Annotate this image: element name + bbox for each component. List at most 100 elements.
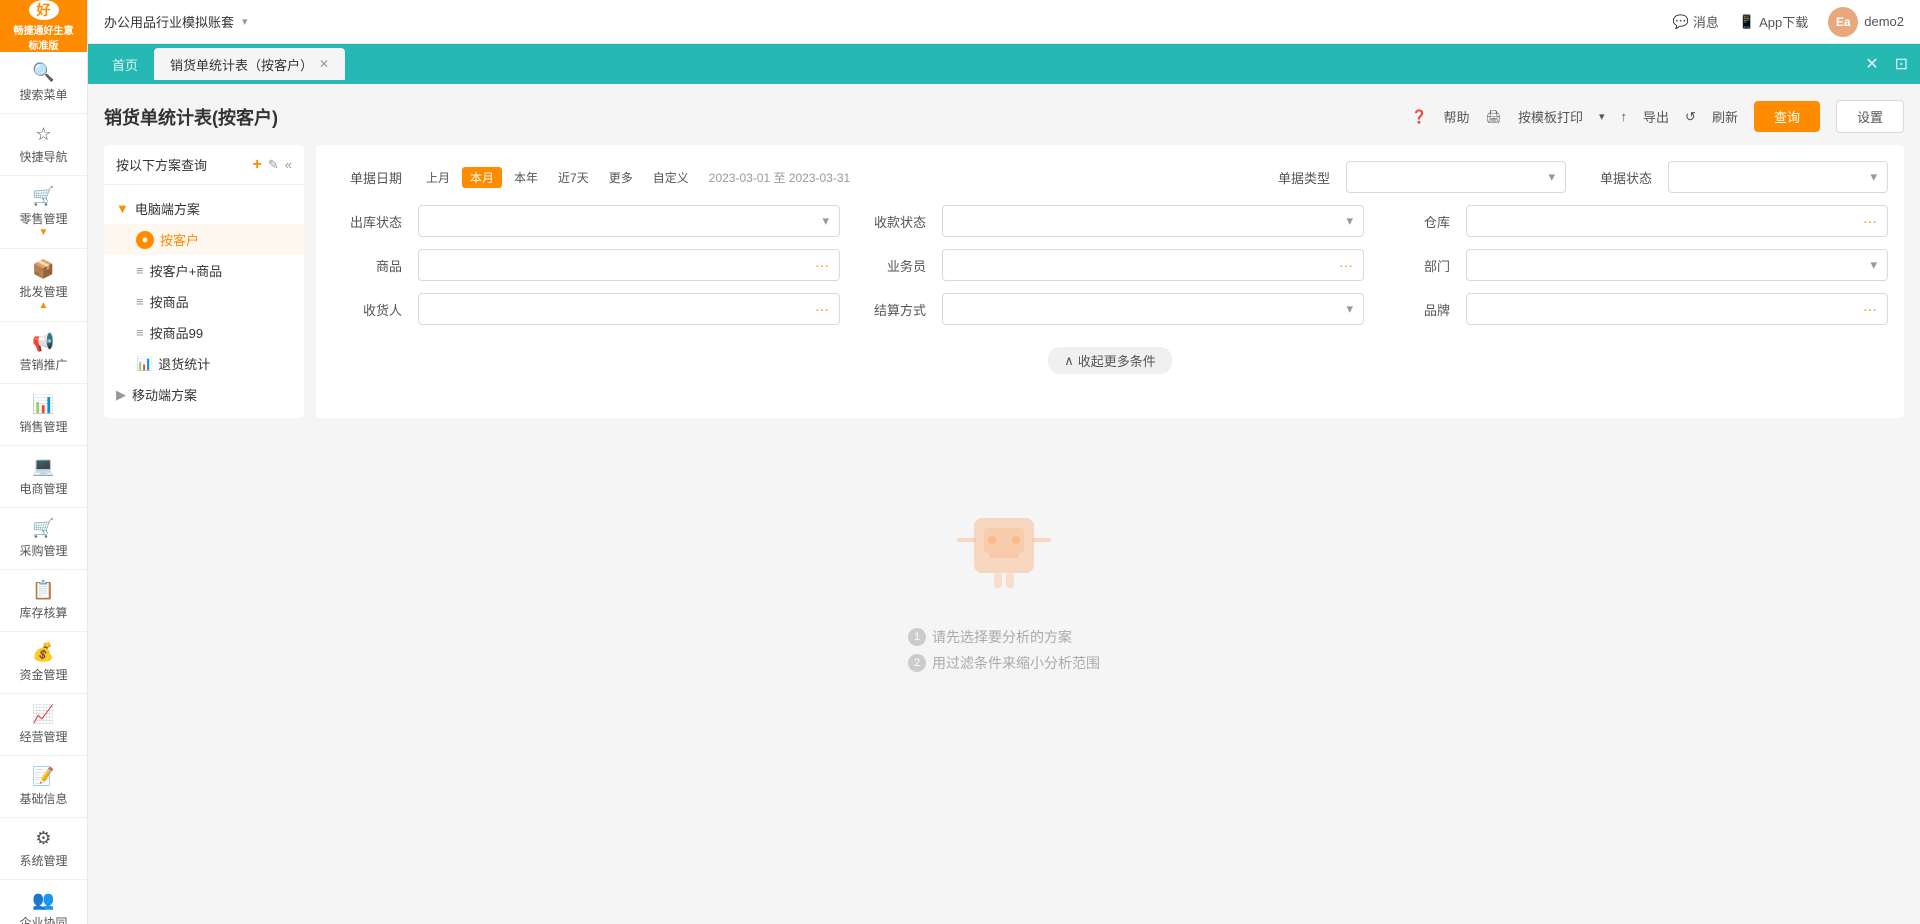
query-button[interactable]: 查询	[1754, 101, 1820, 132]
date-control: 上月 本月 本年 近7天 更多 自定义 2023-03-01 至 2023-03…	[418, 167, 1244, 188]
sidebar-label-operation: 经营管理	[19, 728, 67, 745]
date-tab-this-year[interactable]: 本年	[506, 167, 546, 188]
purchase-icon: 🛒	[32, 518, 54, 539]
sidebar-label-purchase: 采购管理	[19, 542, 67, 559]
scheme-add-icon[interactable]: +	[253, 156, 262, 174]
doc-status-select[interactable]: ▾	[1668, 161, 1888, 193]
scheme-item-return[interactable]: 📊 退货统计	[104, 348, 304, 379]
scheme-group-mobile[interactable]: ▶ 移动端方案	[104, 379, 304, 410]
receipt-status-select[interactable]: ▾	[942, 205, 1364, 237]
scheme-collapse-icon[interactable]: «	[285, 157, 292, 172]
scheme-return-icon: 📊	[136, 356, 152, 372]
page-content: 销货单统计表(按客户) ❓ 帮助 🖨 按模板打印 ▾ ↑ 导出	[88, 84, 1920, 924]
sidebar-item-finance[interactable]: 💰 资金管理	[0, 632, 87, 694]
sidebar-label-finance: 资金管理	[19, 666, 67, 683]
goods-ellipsis[interactable]: ···	[815, 257, 829, 273]
date-tab-7days[interactable]: 近7天	[550, 167, 597, 188]
sidebar-item-operation[interactable]: 📈 经营管理	[0, 694, 87, 756]
tab-close-all-icon[interactable]: ✕	[1861, 50, 1882, 78]
empty-hint-2: 2 用过滤条件来缩小分析范围	[908, 653, 1100, 673]
sidebar-label-sales: 销售管理	[19, 418, 67, 435]
scheme-item-customer-goods[interactable]: ≡ 按客户+商品	[104, 255, 304, 286]
scheme-item-customer[interactable]: ● 按客户	[104, 224, 304, 255]
industry-dropdown-icon[interactable]: ▾	[242, 15, 248, 28]
print-button[interactable]: 🖨 按模板打印 ▾	[1485, 107, 1604, 126]
scheme-group-pc-label: 电脑端方案	[135, 199, 200, 218]
settings-button[interactable]: 设置	[1836, 100, 1904, 133]
message-button[interactable]: 💬 消息	[1673, 12, 1719, 31]
sidebar-item-sales[interactable]: 📊 销售管理	[0, 384, 87, 446]
search-icon: 🔍	[32, 62, 54, 83]
sidebar-item-basic[interactable]: 📝 基础信息	[0, 756, 87, 818]
tab-home[interactable]: 首页	[96, 48, 154, 80]
sidebar-item-collab[interactable]: 👥 企业协同	[0, 880, 87, 924]
scheme-item-goods[interactable]: ≡ 按商品	[104, 286, 304, 317]
export-icon: ↑	[1621, 109, 1628, 124]
hint-num-2: 2	[908, 654, 926, 672]
scheme-panel-title: 按以下方案查询	[116, 155, 207, 174]
export-button[interactable]: ↑ 导出	[1621, 107, 1670, 126]
sidebar-item-ecommerce[interactable]: 💻 电商管理	[0, 446, 87, 508]
warehouse-label: 仓库	[1380, 212, 1450, 231]
help-button[interactable]: ❓ 帮助	[1411, 107, 1469, 126]
filter-panel: 单据日期 上月 本月 本年 近7天 更多 自定义 2023-03-01 至 20…	[316, 145, 1904, 418]
brand-select[interactable]: ···	[1466, 293, 1888, 325]
header-right: 💬 消息 📱 App下载 Ea demo2	[1673, 7, 1904, 37]
collapse-button[interactable]: ∧ 收起更多条件	[1048, 347, 1172, 374]
user-menu[interactable]: Ea demo2	[1828, 7, 1904, 37]
date-tab-this-month[interactable]: 本月	[462, 167, 502, 188]
message-label: 消息	[1693, 12, 1719, 31]
brand-ellipsis[interactable]: ···	[1863, 301, 1877, 317]
date-label: 单据日期	[332, 168, 402, 187]
date-tab-last-month[interactable]: 上月	[418, 167, 458, 188]
sidebar-item-wholesale[interactable]: 📦 批发管理 ▲	[0, 249, 87, 322]
doc-type-select[interactable]: ▾	[1346, 161, 1566, 193]
recipient-ellipsis[interactable]: ···	[815, 301, 829, 317]
scheme-group-pc[interactable]: ▼ 电脑端方案	[104, 193, 304, 224]
salesperson-select[interactable]: ···	[942, 249, 1364, 281]
ecommerce-icon: 💻	[32, 456, 54, 477]
recipient-select[interactable]: ···	[418, 293, 840, 325]
date-tab-more[interactable]: 更多	[601, 167, 641, 188]
tab-restore-icon[interactable]: ⊡	[1891, 50, 1912, 78]
filter-row-3: 商品 ··· 业务员 ··· 部门 ▾	[332, 249, 1888, 281]
page-action-group: ❓ 帮助 🖨 按模板打印 ▾ ↑ 导出 ↺ 刷新	[1411, 100, 1904, 133]
print-icon: 🖨	[1485, 109, 1502, 125]
header-left: 办公用品行业模拟账套 ▾	[104, 12, 248, 31]
out-status-select[interactable]: ▾	[418, 205, 840, 237]
settlement-select[interactable]: ▾	[942, 293, 1364, 325]
scheme-edit-icon[interactable]: ✎	[268, 157, 279, 173]
sidebar-item-retail[interactable]: 🛒 零售管理 ▼	[0, 176, 87, 249]
sidebar-item-nav[interactable]: ☆ 快捷导航	[0, 114, 87, 176]
department-select[interactable]: ▾	[1466, 249, 1888, 281]
tab-close-icon[interactable]: ✕	[319, 57, 329, 71]
message-icon: 💬	[1673, 14, 1689, 30]
app-download-label: App下载	[1759, 12, 1808, 31]
salesperson-ellipsis[interactable]: ···	[1339, 257, 1353, 273]
app-download-button[interactable]: 📱 App下载	[1739, 12, 1808, 31]
department-label: 部门	[1380, 256, 1450, 275]
nav-icon: ☆	[35, 124, 51, 145]
sidebar-item-search[interactable]: 🔍 搜索菜单	[0, 52, 87, 114]
warehouse-select[interactable]: ···	[1466, 205, 1888, 237]
scheme-goods99-label: 按商品99	[150, 323, 203, 342]
sidebar-item-marketing[interactable]: 📢 营销推广	[0, 322, 87, 384]
tab-bar: 首页 销货单统计表（按客户） ✕ ✕ ⊡	[88, 44, 1920, 84]
tab-sales-report[interactable]: 销货单统计表（按客户） ✕	[154, 48, 345, 80]
avatar: Ea	[1828, 7, 1858, 37]
scheme-item-goods99[interactable]: ≡ 按商品99	[104, 317, 304, 348]
logo-subtitle: 标准版	[29, 37, 59, 52]
refresh-button[interactable]: ↺ 刷新	[1685, 107, 1738, 126]
sidebar-label-system: 系统管理	[19, 852, 67, 869]
print-arrow-icon: ▾	[1599, 110, 1605, 123]
doc-status-arrow: ▾	[1870, 169, 1877, 185]
sidebar-label-collab: 企业协同	[19, 914, 67, 924]
sidebar-item-purchase[interactable]: 🛒 采购管理	[0, 508, 87, 570]
sidebar-label-retail: 零售管理	[19, 210, 67, 227]
date-tab-custom[interactable]: 自定义	[645, 167, 697, 188]
warehouse-ellipsis[interactable]: ···	[1863, 213, 1877, 229]
goods-select[interactable]: ···	[418, 249, 840, 281]
sidebar-item-inventory[interactable]: 📋 库存核算	[0, 570, 87, 632]
sidebar-item-system[interactable]: ⚙ 系统管理	[0, 818, 87, 880]
page-title: 销货单统计表(按客户)	[104, 104, 278, 130]
